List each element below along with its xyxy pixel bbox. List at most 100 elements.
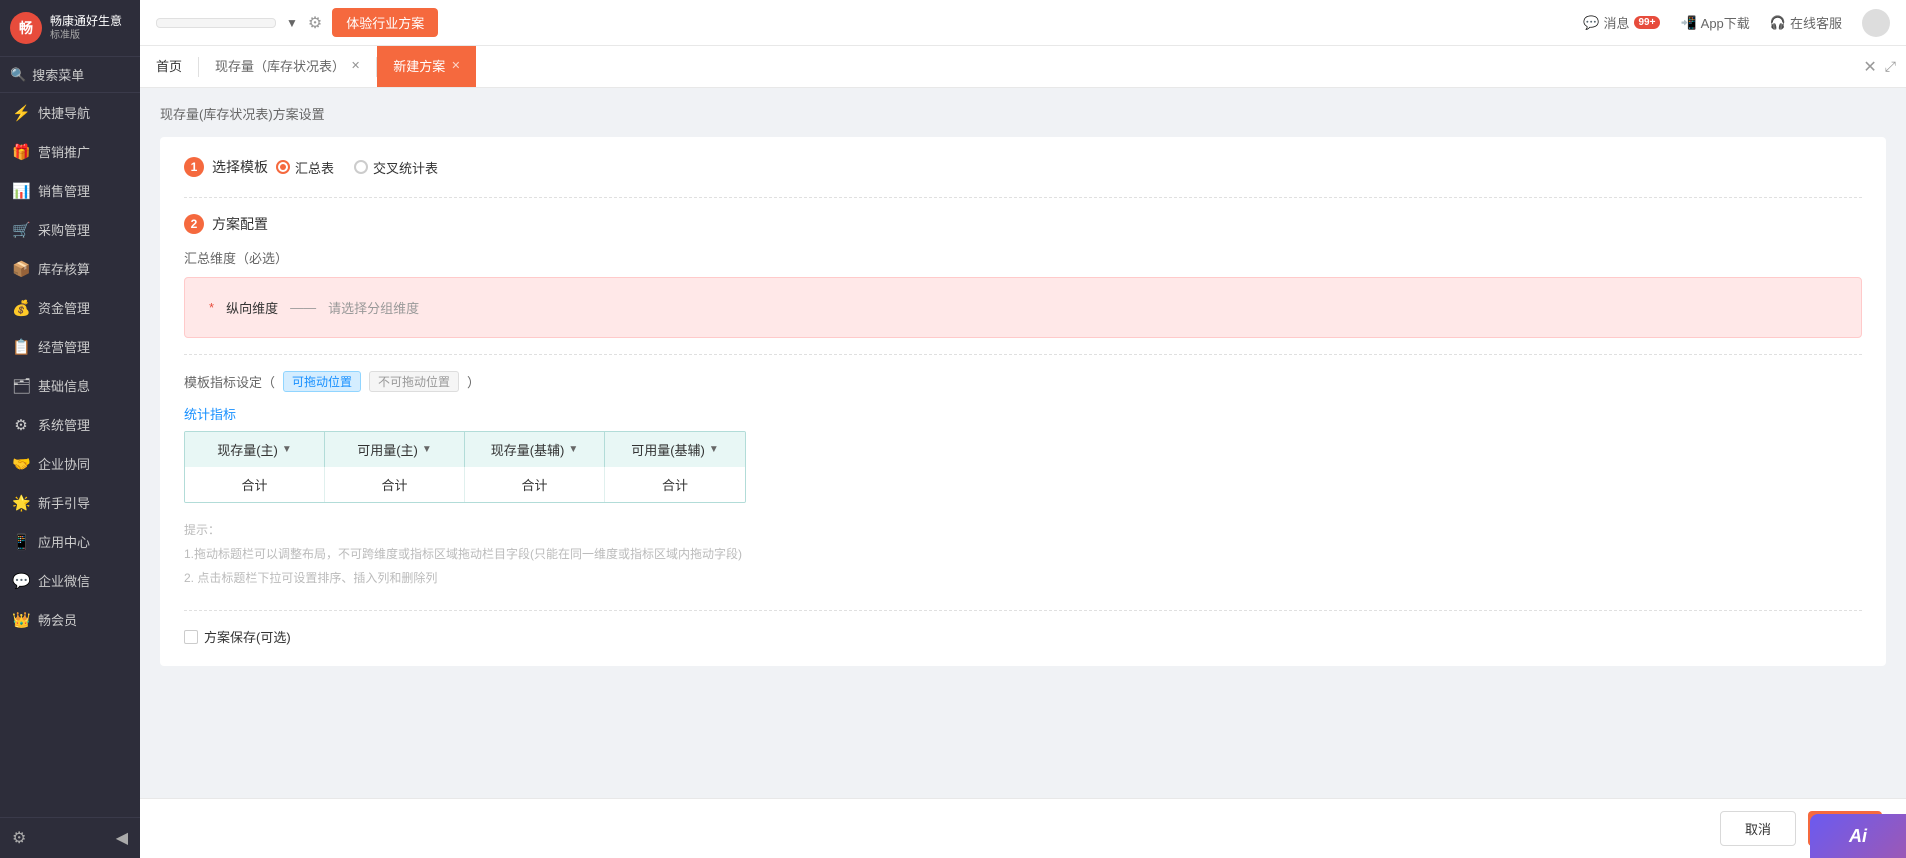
step2-block: 2 方案配置 汇总维度（必选） * 纵向维度 —— 请选择分组维度: [184, 214, 1862, 590]
step1-header: 1 选择模板 汇总表 交叉统计表: [184, 157, 1862, 177]
expand-icon[interactable]: ⤢: [1885, 58, 1896, 75]
service-icon: 🎧: [1770, 15, 1786, 31]
chevron-down-icon: ▼: [286, 16, 298, 30]
template-radio-group: 汇总表 交叉统计表: [276, 158, 438, 177]
tabs-bar: 首页 现存量（库存状况表） ✕ 新建方案 ✕ ✕ ⤢: [140, 46, 1906, 88]
sidebar-header: 畅 畅康通好生意 标准版: [0, 0, 140, 57]
col-cell-1: 合计: [185, 467, 325, 502]
member-icon: 👑: [12, 611, 30, 629]
sidebar-item-quick-nav[interactable]: ⚡ 快捷导航: [0, 93, 140, 132]
messages-badge: 99+: [1634, 16, 1661, 29]
step1-badge: 1: [184, 157, 204, 177]
radio-summary[interactable]: 汇总表: [276, 158, 334, 177]
indicator-label: 模板指标设定（ 可拖动位置 不可拖动位置 ）: [184, 371, 1862, 392]
sidebar-search[interactable]: 🔍 搜索菜单: [0, 57, 140, 93]
dimension-row: * 纵向维度 —— 请选择分组维度: [209, 298, 1837, 317]
finance-icon: 💰: [12, 299, 30, 317]
quick-nav-icon: ⚡: [12, 104, 30, 122]
header-gear-icon[interactable]: ⚙: [308, 13, 322, 33]
step2-title: 方案配置: [212, 214, 268, 234]
contract-icon: 🤝: [12, 455, 30, 473]
sidebar-nav: ⚡ 快捷导航 🎁 营销推广 📊 销售管理 🛒 采购管理 📦 库存核算 💰 资金管…: [0, 93, 140, 817]
inventory-icon: 📦: [12, 260, 30, 278]
tab-close-new-plan[interactable]: ✕: [451, 59, 460, 72]
messages-item[interactable]: 💬 消息 99+: [1583, 13, 1660, 32]
sidebar-item-contract[interactable]: 🤝 企业协同: [0, 444, 140, 483]
stats-section: 统计指标 现存量(主) ▼ 可用量(主) ▼: [184, 404, 1862, 506]
ai-float-button[interactable]: Ai: [1810, 814, 1906, 858]
weixin-icon: 💬: [12, 572, 30, 590]
tips-area: 提示： 1.拖动标题栏可以调整布局，不可跨维度或指标区域拖动栏目字段(只能在同一…: [184, 518, 1862, 590]
stats-label: 统计指标: [184, 404, 1862, 423]
basic-info-icon: 🗂: [12, 377, 30, 395]
col-cell-2: 合计: [325, 467, 465, 502]
page-title: 现存量(库存状况表)方案设置: [160, 104, 1886, 123]
main-area: ▼ ⚙ 体验行业方案 💬 消息 99+ 📲 App下载 🎧 在线客服 首页: [140, 0, 1906, 858]
sidebar-item-finance[interactable]: 💰 资金管理: [0, 288, 140, 327]
sidebar-item-purchase[interactable]: 🛒 采购管理: [0, 210, 140, 249]
sidebar: 畅 畅康通好生意 标准版 🔍 搜索菜单 ⚡ 快捷导航 🎁 营销推广 📊 销售管理…: [0, 0, 140, 858]
col-header-2[interactable]: 可用量(主) ▼: [325, 432, 465, 467]
footer-collapse-icon[interactable]: ◀: [116, 828, 128, 848]
close-window-icon[interactable]: ✕: [1863, 57, 1876, 77]
operation-icon: 📋: [12, 338, 30, 356]
step2-badge: 2: [184, 214, 204, 234]
save-option: 方案保存(可选): [184, 627, 1862, 646]
save-checkbox[interactable]: [184, 630, 198, 644]
trial-btn[interactable]: 体验行业方案: [332, 8, 438, 37]
indicator-settings: 模板指标设定（ 可拖动位置 不可拖动位置 ）: [184, 371, 1862, 392]
non-draggable-badge: 不可拖动位置: [369, 371, 459, 392]
step1-block: 1 选择模板 汇总表 交叉统计表: [184, 157, 1862, 177]
tab-new-plan[interactable]: 新建方案 ✕: [377, 46, 476, 87]
step1-title: 选择模板: [212, 157, 268, 177]
cancel-button[interactable]: 取消: [1720, 811, 1796, 846]
radio-cross-circle: [354, 160, 368, 174]
sidebar-item-member[interactable]: 👑 畅会员: [0, 600, 140, 639]
stats-table-body: 合计 合计 合计 合计: [185, 467, 745, 502]
sidebar-item-app-center[interactable]: 📱 应用中心: [0, 522, 140, 561]
top-header-left: ▼ ⚙ 体验行业方案: [156, 8, 438, 37]
sidebar-logo: 畅: [10, 12, 42, 44]
radio-cross[interactable]: 交叉统计表: [354, 158, 438, 177]
sidebar-item-marketing[interactable]: 🎁 营销推广: [0, 132, 140, 171]
dimension-area[interactable]: * 纵向维度 —— 请选择分组维度: [184, 277, 1862, 338]
sidebar-item-basic-info[interactable]: 🗂 基础信息: [0, 366, 140, 405]
section-card: 1 选择模板 汇总表 交叉统计表: [160, 137, 1886, 666]
header-dropdown-btn[interactable]: ▼: [286, 16, 298, 30]
stats-table-header: 现存量(主) ▼ 可用量(主) ▼ 现存量(基辅) ▼: [185, 432, 745, 467]
content-area: 现存量(库存状况表)方案设置 1 选择模板 汇总表 交叉统计表: [140, 88, 1906, 798]
tab-close-inventory[interactable]: ✕: [351, 59, 360, 72]
app-download-item[interactable]: 📲 App下载: [1680, 13, 1749, 32]
col-header-4[interactable]: 可用量(基辅) ▼: [605, 432, 745, 467]
sidebar-item-operation[interactable]: 📋 经营管理: [0, 327, 140, 366]
online-service-item[interactable]: 🎧 在线客服: [1770, 13, 1842, 32]
tabs-right-controls: ✕ ⤢: [1863, 57, 1906, 77]
col-cell-3: 合计: [465, 467, 605, 502]
draggable-badge: 可拖动位置: [283, 371, 361, 392]
step2-header: 2 方案配置: [184, 214, 1862, 234]
header-search-box[interactable]: [156, 18, 276, 28]
user-avatar[interactable]: [1862, 9, 1890, 37]
sidebar-item-guide[interactable]: 🌟 新手引导: [0, 483, 140, 522]
sidebar-item-sales[interactable]: 📊 销售管理: [0, 171, 140, 210]
tab-inventory-status[interactable]: 现存量（库存状况表） ✕: [199, 46, 376, 87]
sidebar-item-inventory[interactable]: 📦 库存核算: [0, 249, 140, 288]
message-icon: 💬: [1583, 15, 1599, 31]
config-section: 汇总维度（必选） * 纵向维度 —— 请选择分组维度: [184, 248, 1862, 590]
step-divider: [184, 197, 1862, 198]
app-center-icon: 📱: [12, 533, 30, 551]
col-cell-4: 合计: [605, 467, 745, 502]
sidebar-item-system[interactable]: ⚙ 系统管理: [0, 405, 140, 444]
sidebar-brand: 畅康通好生意 标准版: [50, 14, 122, 43]
vertical-dimension-placeholder[interactable]: 请选择分组维度: [328, 298, 419, 317]
sidebar-footer: ⚙ ◀: [0, 817, 140, 858]
col-header-1[interactable]: 现存量(主) ▼: [185, 432, 325, 467]
col-header-3[interactable]: 现存量(基辅) ▼: [465, 432, 605, 467]
chevron-down-col4: ▼: [709, 444, 719, 455]
chevron-down-col3: ▼: [568, 444, 578, 455]
download-icon: 📲: [1680, 15, 1696, 31]
footer-settings-icon[interactable]: ⚙: [12, 828, 26, 848]
tab-home[interactable]: 首页: [140, 46, 198, 87]
guide-icon: 🌟: [12, 494, 30, 512]
sidebar-item-weixin[interactable]: 💬 企业微信: [0, 561, 140, 600]
